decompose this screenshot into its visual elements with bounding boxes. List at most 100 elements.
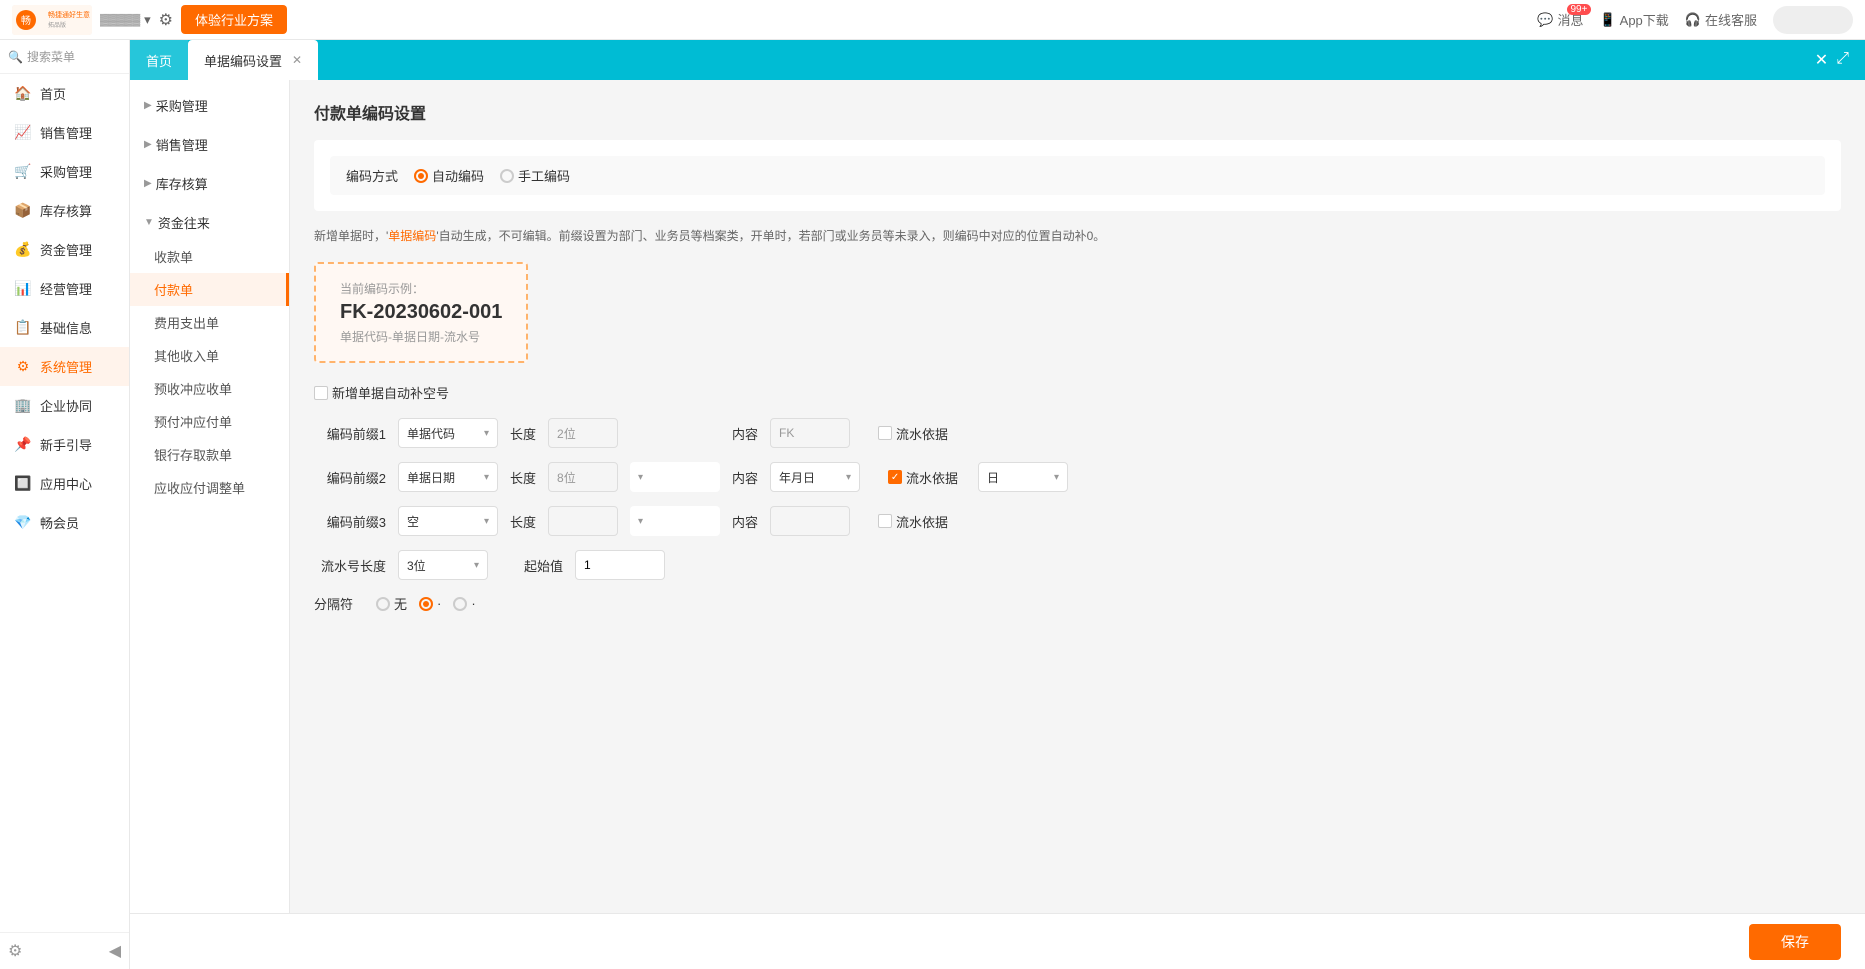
sidebar-item-label: 基础信息: [40, 318, 92, 337]
auto-code-radio[interactable]: 自动编码: [414, 166, 484, 185]
settings-icon[interactable]: ⚙: [159, 10, 173, 30]
example-desc: 单据代码-单据日期-流水号: [340, 328, 502, 345]
sidebar-item-finance[interactable]: 💰 资金管理: [0, 230, 129, 269]
content-area: 首页 单据编码设置 ✕ ✕ ⤢ ▶ 采购管理: [130, 40, 1865, 969]
sidebar-item-sales[interactable]: 📈 销售管理: [0, 113, 129, 152]
sep-dot-label: ·: [437, 596, 441, 611]
search-icon: 🔍: [8, 50, 23, 64]
save-button[interactable]: 保存: [1749, 924, 1841, 960]
prefix2-content-value: 年月日: [779, 469, 815, 486]
sep-other-label: ·: [471, 596, 475, 611]
prefix1-serial-checkbox[interactable]: 流水依据: [878, 424, 948, 443]
tab-code-settings[interactable]: 单据编码设置 ✕: [188, 40, 318, 80]
sep-other-radio[interactable]: ·: [453, 596, 475, 611]
prefix2-select[interactable]: 单据日期 ▾: [398, 462, 498, 492]
search-menu-btn[interactable]: 🔍 搜索菜单: [0, 40, 129, 74]
separator-row: 分隔符 无 · ·: [314, 594, 1841, 613]
prefix3-serial-checkbox[interactable]: 流水依据: [878, 512, 948, 531]
sidebar-nav: 🏠 首页 📈 销售管理 🛒 采购管理 📦 库存核算 💰 资金管理 📊 经: [0, 74, 129, 932]
bottom-settings-icon[interactable]: ⚙: [8, 941, 22, 961]
auto-fill-checkbox-box: [314, 386, 328, 400]
tab-close-icon[interactable]: ✕: [292, 53, 302, 67]
prefix3-select[interactable]: 空 ▾: [398, 506, 498, 536]
sep-none-radio[interactable]: 无: [376, 594, 407, 613]
avatar[interactable]: [1773, 6, 1853, 34]
prefix1-label: 编码前缀1: [314, 424, 386, 443]
tab-expand-icon[interactable]: ⤢: [1836, 50, 1849, 70]
prefix3-length-select[interactable]: ▾: [630, 506, 720, 536]
auto-code-radio-circle: [414, 169, 428, 183]
sub-item-other-income[interactable]: 其他收入单: [130, 339, 289, 372]
sub-item-receipt[interactable]: 收款单: [130, 240, 289, 273]
sub-item-advance-receivable[interactable]: 预收冲应收单: [130, 372, 289, 405]
auto-fill-checkbox[interactable]: 新增单据自动补空号: [314, 383, 1841, 402]
sub-item-advance-payable[interactable]: 预付冲应付单: [130, 405, 289, 438]
prefix2-content-select[interactable]: 年月日 ▾: [770, 462, 860, 492]
prefix2-serial-unit-select[interactable]: 日 ▾: [978, 462, 1068, 492]
sidebar-item-basic[interactable]: 📋 基础信息: [0, 308, 129, 347]
prefix2-length-value: 8位: [557, 469, 576, 486]
prefix3-value: 空: [407, 513, 419, 530]
sub-item-adjust[interactable]: 应收应付调整单: [130, 471, 289, 504]
workspace-dropdown[interactable]: ▓▓▓▓▓ ▾: [100, 12, 151, 28]
sidebar-item-label: 新手引导: [40, 435, 92, 454]
sidebar-item-enterprise[interactable]: 🏢 企业协同: [0, 386, 129, 425]
sidebar-item-purchase[interactable]: 🛒 采购管理: [0, 152, 129, 191]
sidebar-item-member[interactable]: 💎 畅会员: [0, 503, 129, 542]
experience-btn[interactable]: 体验行业方案: [181, 5, 287, 34]
enterprise-icon: 🏢: [14, 397, 32, 415]
sub-group-purchase: ▶ 采购管理: [130, 88, 289, 123]
tab-code-settings-label: 单据编码设置: [204, 51, 282, 70]
top-bar: 畅 畅捷通好生意 拓品版 ▓▓▓▓▓ ▾ ⚙ 体验行业方案 💬 消息 99+ 📱…: [0, 0, 1865, 40]
sidebar-item-home[interactable]: 🏠 首页: [0, 74, 129, 113]
serial-length-select[interactable]: 3位 ▾: [398, 550, 488, 580]
bottom-collapse-icon[interactable]: ◀: [109, 941, 121, 961]
sidebar-item-apps[interactable]: 🔲 应用中心: [0, 464, 129, 503]
dropdown-arrow-icon: ▾: [484, 472, 489, 483]
example-label: 当前编码示例：: [340, 280, 502, 297]
prefix2-length-label: 长度: [510, 468, 536, 487]
sub-group-inventory-header[interactable]: ▶ 库存核算: [130, 166, 289, 201]
prefix2-content-label: 内容: [732, 468, 758, 487]
serial-length-value: 3位: [407, 557, 426, 574]
expand-arrow-icon: ▼: [144, 217, 154, 228]
prefix1-select[interactable]: 单据代码 ▾: [398, 418, 498, 448]
app-label: App下载: [1620, 10, 1669, 29]
prefix2-serial-checkbox[interactable]: ✓ 流水依据: [888, 468, 958, 487]
manual-code-radio[interactable]: 手工编码: [500, 166, 570, 185]
sub-item-expense[interactable]: 费用支出单: [130, 306, 289, 339]
sub-layout: ▶ 采购管理 ▶ 销售管理 ▶ 库存核算: [130, 80, 1865, 913]
basic-icon: 📋: [14, 319, 32, 337]
start-value-input[interactable]: [575, 550, 665, 580]
tab-close-window-icon[interactable]: ✕: [1815, 50, 1828, 70]
svg-text:畅捷通好生意: 畅捷通好生意: [48, 10, 90, 19]
sub-group-purchase-header[interactable]: ▶ 采购管理: [130, 88, 289, 123]
sub-item-bank[interactable]: 银行存取款单: [130, 438, 289, 471]
sidebar-item-inventory[interactable]: 📦 库存核算: [0, 191, 129, 230]
member-icon: 💎: [14, 514, 32, 532]
sub-group-inventory-label: 库存核算: [156, 174, 208, 193]
dropdown-arrow-icon: ▾: [846, 472, 851, 483]
serial-row: 流水号长度 3位 ▾ 起始值: [314, 550, 1841, 580]
prefix1-content-input: FK: [770, 418, 850, 448]
dropdown-arrow-icon: ▾: [474, 560, 479, 571]
sidebar-item-guide[interactable]: 📌 新手引导: [0, 425, 129, 464]
example-code: FK-20230602-001: [340, 301, 502, 324]
sub-group-capital-header[interactable]: ▼ 资金往来: [130, 205, 289, 240]
app-download-btn[interactable]: 📱 App下载: [1599, 10, 1668, 29]
sub-group-sales-header[interactable]: ▶ 销售管理: [130, 127, 289, 162]
collapse-arrow-icon: ▶: [144, 100, 152, 111]
sep-dot-radio[interactable]: ·: [419, 596, 441, 611]
prefix1-length-value: 2位: [557, 425, 576, 442]
sidebar-item-business[interactable]: 📊 经营管理: [0, 269, 129, 308]
prefix2-length-select[interactable]: ▾: [630, 462, 720, 492]
manual-code-label: 手工编码: [518, 166, 570, 185]
finance-icon: 💰: [14, 241, 32, 259]
sidebar-item-label: 畅会员: [40, 513, 79, 532]
service-btn[interactable]: 🎧 在线客服: [1685, 10, 1757, 29]
sidebar-bottom: ⚙ ◀: [0, 932, 129, 969]
message-btn[interactable]: 💬 消息 99+: [1537, 10, 1583, 29]
tab-home[interactable]: 首页: [130, 40, 188, 80]
sidebar-item-system[interactable]: ⚙ 系统管理: [0, 347, 129, 386]
sub-item-payment[interactable]: 付款单: [130, 273, 289, 306]
